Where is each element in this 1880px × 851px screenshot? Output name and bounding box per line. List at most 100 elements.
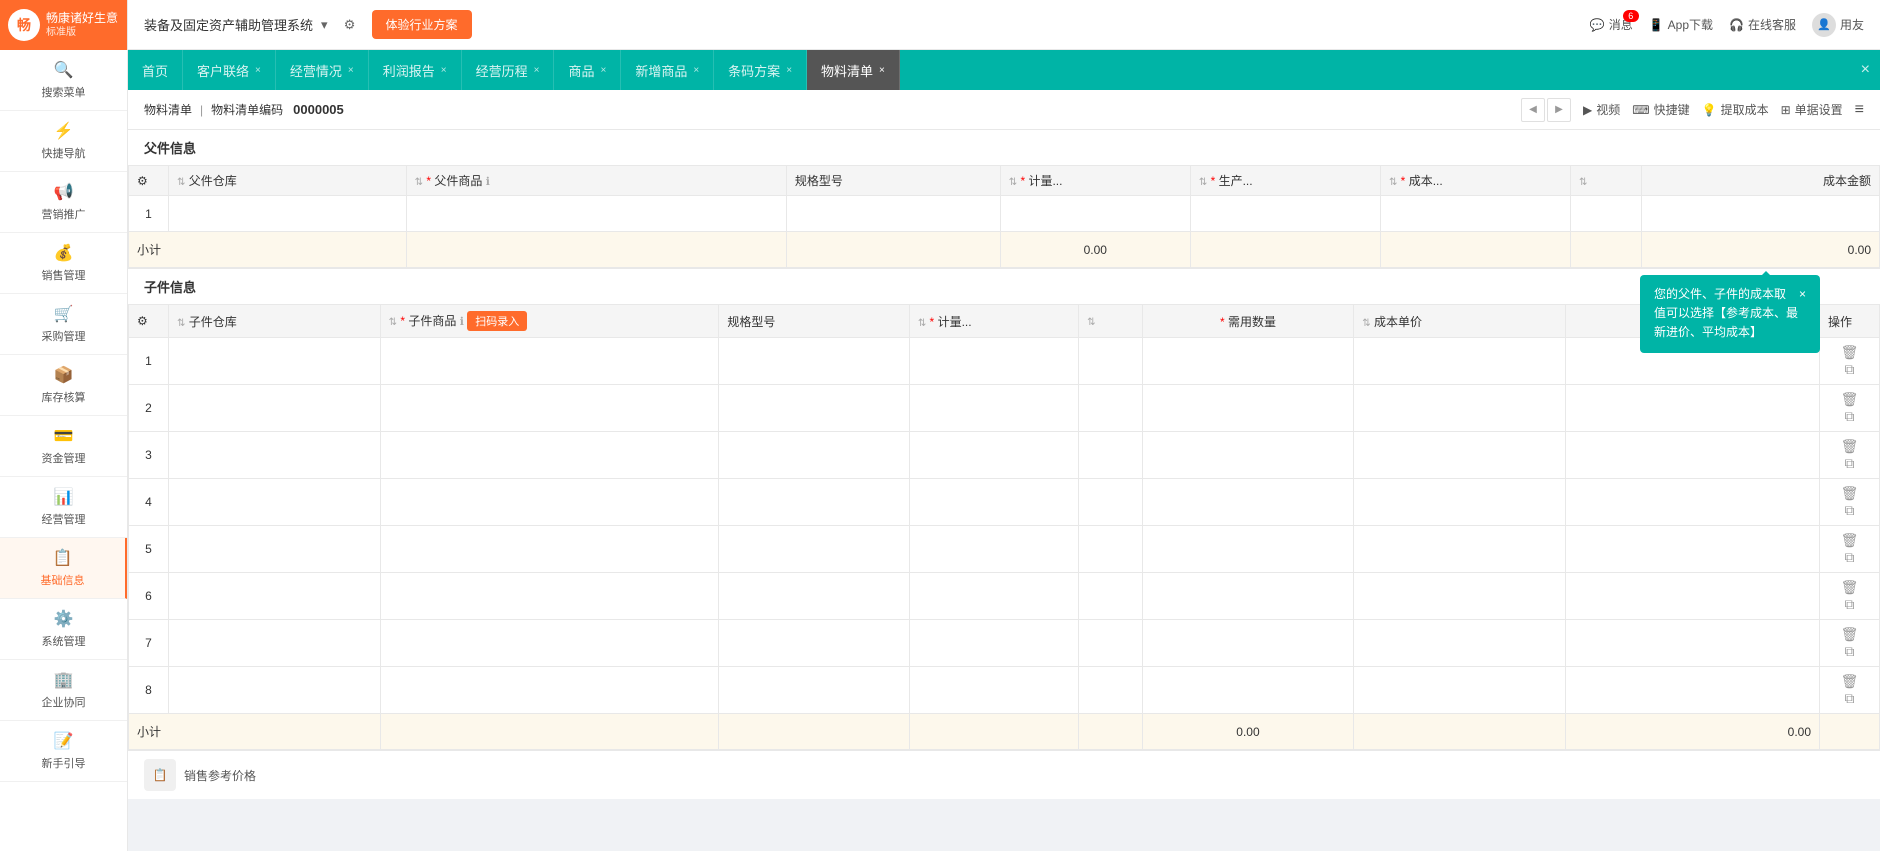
child-warehouse-5[interactable] [169,526,381,573]
child-sort-5[interactable] [1079,526,1143,573]
close-icon[interactable]: × [255,65,261,76]
copy-icon[interactable]: ⧉ [1845,690,1855,706]
child-unit-2[interactable] [909,385,1078,432]
child-warehouse-3[interactable] [169,432,381,479]
sort-icon[interactable]: ⇅ [1087,317,1095,328]
child-qty-1[interactable] [1142,338,1354,385]
child-unit-8[interactable] [909,667,1078,714]
child-qty-6[interactable] [1142,573,1354,620]
sort-icon[interactable]: ⇅ [1389,177,1397,188]
sort-icon[interactable]: ⇅ [415,177,423,188]
child-spec-3[interactable] [719,432,910,479]
extract-cost-btn[interactable]: 💡 提取成本 [1702,101,1769,118]
sidebar-item-system[interactable]: ⚙️系统管理 [0,599,127,660]
sidebar-item-finance[interactable]: 💳资金管理 [0,416,127,477]
sort-icon[interactable]: ⇅ [389,317,397,328]
child-qty-4[interactable] [1142,479,1354,526]
sidebar-item-sales[interactable]: 💰销售管理 [0,233,127,294]
child-product-4[interactable] [380,479,719,526]
child-unitcost-7[interactable] [1354,620,1566,667]
child-sort-3[interactable] [1079,432,1143,479]
child-product-8[interactable] [380,667,719,714]
sidebar-item-purchase[interactable]: 🛒采购管理 [0,294,127,355]
sidebar-item-quick-nav[interactable]: ⚡快捷导航 [0,111,127,172]
child-product-1[interactable] [380,338,719,385]
child-unit-7[interactable] [909,620,1078,667]
child-sort-8[interactable] [1079,667,1143,714]
child-warehouse-8[interactable] [169,667,381,714]
online-service-button[interactable]: 🎧 在线客服 [1729,16,1796,33]
copy-icon[interactable]: ⧉ [1845,643,1855,659]
sidebar-item-operations[interactable]: 📊经营管理 [0,477,127,538]
child-qty-8[interactable] [1142,667,1354,714]
sort-icon[interactable]: ⇅ [1009,177,1017,188]
copy-icon[interactable]: ⧉ [1845,502,1855,518]
try-button[interactable]: 体验行业方案 [372,10,472,39]
child-qty-3[interactable] [1142,432,1354,479]
child-unit-3[interactable] [909,432,1078,479]
sidebar-item-guide[interactable]: 📝新手引导 [0,721,127,782]
sidebar-item-basic[interactable]: 📋基础信息 [0,538,127,599]
child-sort-7[interactable] [1079,620,1143,667]
sort-icon[interactable]: ⇅ [177,318,185,329]
copy-icon[interactable]: ⧉ [1845,408,1855,424]
child-product-2[interactable] [380,385,719,432]
child-qty-5[interactable] [1142,526,1354,573]
copy-icon[interactable]: ⧉ [1845,361,1855,377]
child-product-3[interactable] [380,432,719,479]
child-unitcost-2[interactable] [1354,385,1566,432]
header-dropdown-icon[interactable]: ▾ [321,17,328,33]
delete-icon[interactable]: 🗑 [1841,438,1859,454]
child-product-5[interactable] [380,526,719,573]
close-icon[interactable]: × [534,65,540,76]
delete-icon[interactable]: 🗑 [1841,485,1859,501]
parent-spec-cell[interactable] [786,196,1000,232]
sort-icon[interactable]: ⇅ [918,318,926,329]
parent-production-cell[interactable] [1190,196,1380,232]
user-area[interactable]: 👤 用友 [1812,13,1864,37]
tab-operations[interactable]: 经营情况 × [276,50,369,90]
sidebar-item-inventory[interactable]: 📦库存核算 [0,355,127,416]
copy-icon[interactable]: ⧉ [1845,549,1855,565]
child-spec-5[interactable] [719,526,910,573]
child-unit-5[interactable] [909,526,1078,573]
prev-arrow[interactable]: ◀ [1521,98,1545,122]
single-settings-btn[interactable]: ⊞ 单据设置 [1781,101,1843,118]
delete-icon[interactable]: 🗑 [1841,344,1859,360]
child-warehouse-6[interactable] [169,573,381,620]
child-product-7[interactable] [380,620,719,667]
delete-icon[interactable]: 🗑 [1841,579,1859,595]
child-spec-7[interactable] [719,620,910,667]
child-warehouse-7[interactable] [169,620,381,667]
tab-bom[interactable]: 物料清单 × [807,50,900,90]
close-icon[interactable]: × [786,65,792,76]
child-unit-4[interactable] [909,479,1078,526]
parent-cost-cell[interactable] [1380,196,1570,232]
child-spec-1[interactable] [719,338,910,385]
tab-customer[interactable]: 客户联络 × [183,50,276,90]
child-unitcost-8[interactable] [1354,667,1566,714]
child-unitcost-5[interactable] [1354,526,1566,573]
child-warehouse-2[interactable] [169,385,381,432]
list-view-btn[interactable]: ≡ [1855,101,1864,119]
message-button[interactable]: 💬 消息 6 [1590,16,1633,33]
tab-new-product[interactable]: 新增商品 × [621,50,714,90]
tooltip-close[interactable]: × [1799,285,1806,304]
scan-btn[interactable]: 扫码录入 [467,311,527,331]
sidebar-item-enterprise[interactable]: 🏢企业协同 [0,660,127,721]
sidebar-item-search[interactable]: 🔍搜索菜单 [0,50,127,111]
child-spec-4[interactable] [719,479,910,526]
child-sort-1[interactable] [1079,338,1143,385]
child-spec-2[interactable] [719,385,910,432]
child-unitcost-1[interactable] [1354,338,1566,385]
parent-unit-cell[interactable] [1000,196,1190,232]
child-sort-4[interactable] [1079,479,1143,526]
child-warehouse-1[interactable] [169,338,381,385]
settings-button[interactable]: ⚙ [336,11,364,39]
view-btn[interactable]: ▶ 视频 [1583,101,1620,118]
shortcut-btn[interactable]: ⌨ 快捷键 [1632,101,1689,118]
sidebar-item-marketing[interactable]: 📢营销推广 [0,172,127,233]
tab-product[interactable]: 商品 × [554,50,621,90]
delete-icon[interactable]: 🗑 [1841,626,1859,642]
close-all-tabs[interactable]: × [1851,61,1880,79]
